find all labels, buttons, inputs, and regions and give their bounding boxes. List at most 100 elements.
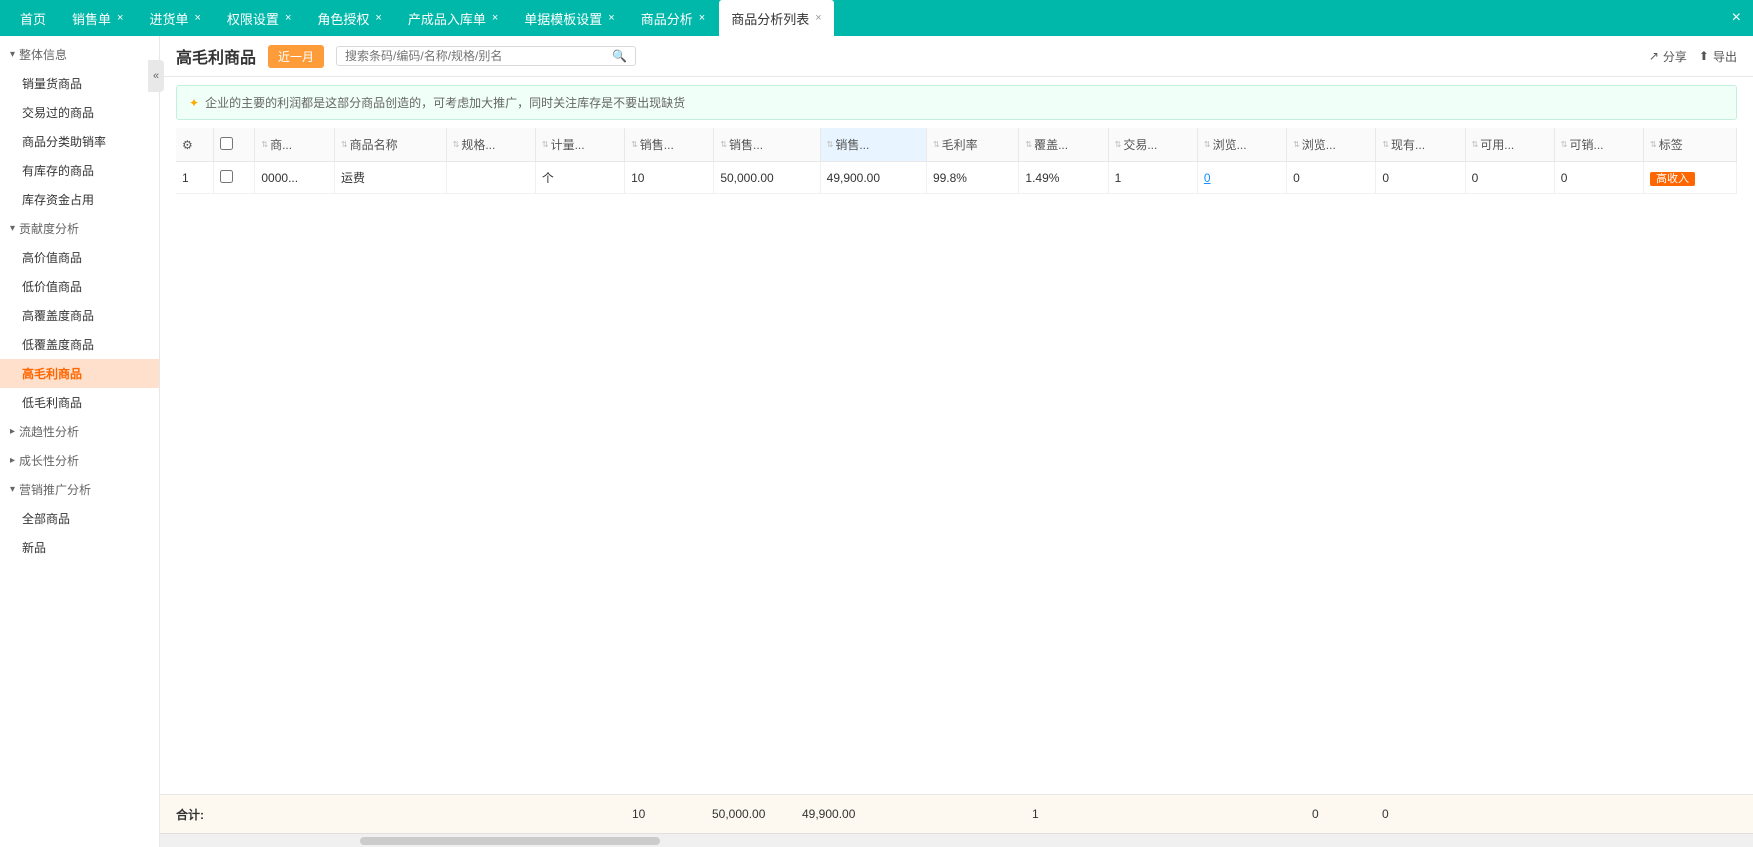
nav-roles[interactable]: 角色授权 × — [305, 0, 393, 36]
sidebar-item-in-stock-goods[interactable]: 有库存的商品 — [0, 156, 159, 185]
close-template-icon[interactable]: × — [608, 12, 614, 24]
footer-sales-qty: 10 — [626, 803, 706, 825]
cell-seq: 1 — [176, 162, 213, 194]
sort-icon-browse2: ⇅ — [1293, 141, 1300, 149]
sort-icon-tx: ⇅ — [1115, 141, 1122, 149]
col-sales-amount[interactable]: ⇅ 销售... — [714, 128, 820, 162]
sort-icon-unit: ⇅ — [542, 141, 549, 149]
nav-product-analysis[interactable]: 商品分析 × — [629, 0, 717, 36]
footer-cells: 10 50,000.00 49,900.00 1 0 0 — [216, 803, 1737, 825]
col-sales-net[interactable]: ⇅ 销售... — [820, 128, 926, 162]
footer-label: 合计: — [176, 806, 204, 823]
col-tag[interactable]: ⇅ 标签 — [1644, 128, 1737, 162]
col-sellable[interactable]: ⇅ 可销... — [1554, 128, 1643, 162]
sidebar-item-high-margin[interactable]: 高毛利商品 — [0, 359, 159, 388]
col-spec[interactable]: ⇅ 规格... — [446, 128, 535, 162]
top-nav: 首页 销售单 × 进货单 × 权限设置 × 角色授权 × 产成品入库单 × 单据… — [0, 0, 1753, 36]
nav-product-inbound[interactable]: 产成品入库单 × — [396, 0, 510, 36]
sidebar-group-overall[interactable]: ▾ 整体信息 — [0, 40, 159, 69]
sidebar-toggle[interactable]: « — [148, 60, 164, 92]
nav-template-settings[interactable]: 单据模板设置 × — [512, 0, 626, 36]
cell-name: 运费 — [334, 162, 446, 194]
cell-checkbox[interactable] — [213, 162, 255, 194]
col-seq: ⚙ — [176, 128, 213, 162]
settings-icon[interactable]: ⚙ — [182, 138, 193, 152]
footer-browse1 — [1096, 803, 1166, 825]
close-purchase-icon[interactable]: × — [194, 12, 200, 24]
sort-icon-spec: ⇅ — [453, 141, 460, 149]
footer-empty-1 — [216, 803, 256, 825]
close-sales-icon[interactable]: × — [117, 12, 123, 24]
sidebar-item-low-margin[interactable]: 低毛利商品 — [0, 388, 159, 417]
sidebar-group-contribution[interactable]: ▾ 贡献度分析 — [0, 214, 159, 243]
close-roles-icon[interactable]: × — [375, 12, 381, 24]
col-code[interactable]: ⇅ 商... — [255, 128, 335, 162]
sidebar-item-low-coverage[interactable]: 低覆盖度商品 — [0, 330, 159, 359]
nav-home[interactable]: 首页 — [8, 0, 58, 36]
info-icon: ✦ — [189, 96, 199, 110]
sort-icon-gross: ⇅ — [933, 141, 940, 149]
footer-empty-9 — [1236, 803, 1306, 825]
sort-icon-coverage: ⇅ — [1025, 141, 1032, 149]
col-current-stock[interactable]: ⇅ 现有... — [1376, 128, 1465, 162]
arrow-down-icon-3: ▾ — [10, 484, 15, 495]
arrow-down-icon-2: ▾ — [10, 223, 15, 234]
col-name[interactable]: ⇅ 商品名称 — [334, 128, 446, 162]
sidebar-item-high-coverage[interactable]: 高覆盖度商品 — [0, 301, 159, 330]
sidebar-item-high-value[interactable]: 高价值商品 — [0, 243, 159, 272]
cell-browse1[interactable]: 0 — [1197, 162, 1286, 194]
sidebar-item-traded-goods[interactable]: 交易过的商品 — [0, 98, 159, 127]
footer-transactions: 1 — [1026, 803, 1096, 825]
share-button[interactable]: ↗ 分享 — [1649, 48, 1687, 65]
sort-icon-tag: ⇅ — [1650, 141, 1657, 149]
select-all-checkbox[interactable] — [220, 137, 233, 150]
table-container[interactable]: ⚙ ⇅ 商... — [160, 128, 1753, 794]
close-product-inbound-icon[interactable]: × — [492, 12, 498, 24]
sidebar-group-growth[interactable]: ▸ 成长性分析 — [0, 446, 159, 475]
sidebar-item-inventory-capital[interactable]: 库存资金占用 — [0, 185, 159, 214]
sidebar-item-all-goods[interactable]: 全部商品 — [0, 504, 159, 533]
close-product-analysis-list-icon[interactable]: × — [815, 12, 821, 24]
col-sales-qty[interactable]: ⇅ 销售... — [625, 128, 714, 162]
close-product-analysis-icon[interactable]: × — [699, 12, 705, 24]
arrow-right-icon-2: ▸ — [10, 455, 15, 466]
footer-available: 0 — [1306, 803, 1376, 825]
horizontal-scrollbar[interactable] — [160, 833, 1753, 847]
col-unit[interactable]: ⇅ 计量... — [535, 128, 624, 162]
nav-sales[interactable]: 销售单 × — [60, 0, 135, 36]
nav-product-analysis-list[interactable]: 商品分析列表 × — [719, 0, 833, 36]
row-checkbox[interactable] — [220, 170, 233, 183]
sidebar-item-new-goods[interactable]: 新品 — [0, 533, 159, 562]
filter-month-button[interactable]: 近一月 — [268, 45, 324, 68]
col-coverage[interactable]: ⇅ 覆盖... — [1019, 128, 1108, 162]
cell-unit: 个 — [535, 162, 624, 194]
sidebar-group-trend[interactable]: ▸ 流趋性分析 — [0, 417, 159, 446]
sidebar-item-category-sales-rate[interactable]: 商品分类助销率 — [0, 127, 159, 156]
nav-permissions[interactable]: 权限设置 × — [215, 0, 303, 36]
col-transactions[interactable]: ⇅ 交易... — [1108, 128, 1197, 162]
cell-spec — [446, 162, 535, 194]
sidebar-group-marketing[interactable]: ▾ 营销推广分析 — [0, 475, 159, 504]
footer-empty-5 — [486, 803, 566, 825]
footer-browse2 — [1166, 803, 1236, 825]
search-icon[interactable]: 🔍 — [612, 49, 627, 63]
sort-icon-available: ⇅ — [1472, 141, 1479, 149]
col-gross-rate[interactable]: ⇅ 毛利率 — [926, 128, 1018, 162]
footer-empty-8 — [956, 803, 1026, 825]
col-browse1[interactable]: ⇅ 浏览... — [1197, 128, 1286, 162]
close-permissions-icon[interactable]: × — [285, 12, 291, 24]
nav-purchase[interactable]: 进货单 × — [137, 0, 212, 36]
sidebar-item-sales-goods[interactable]: 销量货商品 — [0, 69, 159, 98]
footer-empty-3 — [286, 803, 366, 825]
window-close-button[interactable]: × — [1728, 5, 1745, 31]
search-input[interactable] — [345, 49, 612, 63]
sort-icon-sellable: ⇅ — [1561, 141, 1568, 149]
export-button[interactable]: ⬆ 导出 — [1699, 48, 1737, 65]
col-available[interactable]: ⇅ 可用... — [1465, 128, 1554, 162]
table-footer: 合计: 10 50,000.00 49,900.00 1 0 0 — [160, 794, 1753, 833]
scroll-thumb[interactable] — [360, 837, 660, 845]
share-icon: ↗ — [1649, 49, 1659, 63]
sidebar-item-low-value[interactable]: 低价值商品 — [0, 272, 159, 301]
col-browse2[interactable]: ⇅ 浏览... — [1287, 128, 1376, 162]
footer-sales-amount: 50,000.00 — [706, 803, 796, 825]
